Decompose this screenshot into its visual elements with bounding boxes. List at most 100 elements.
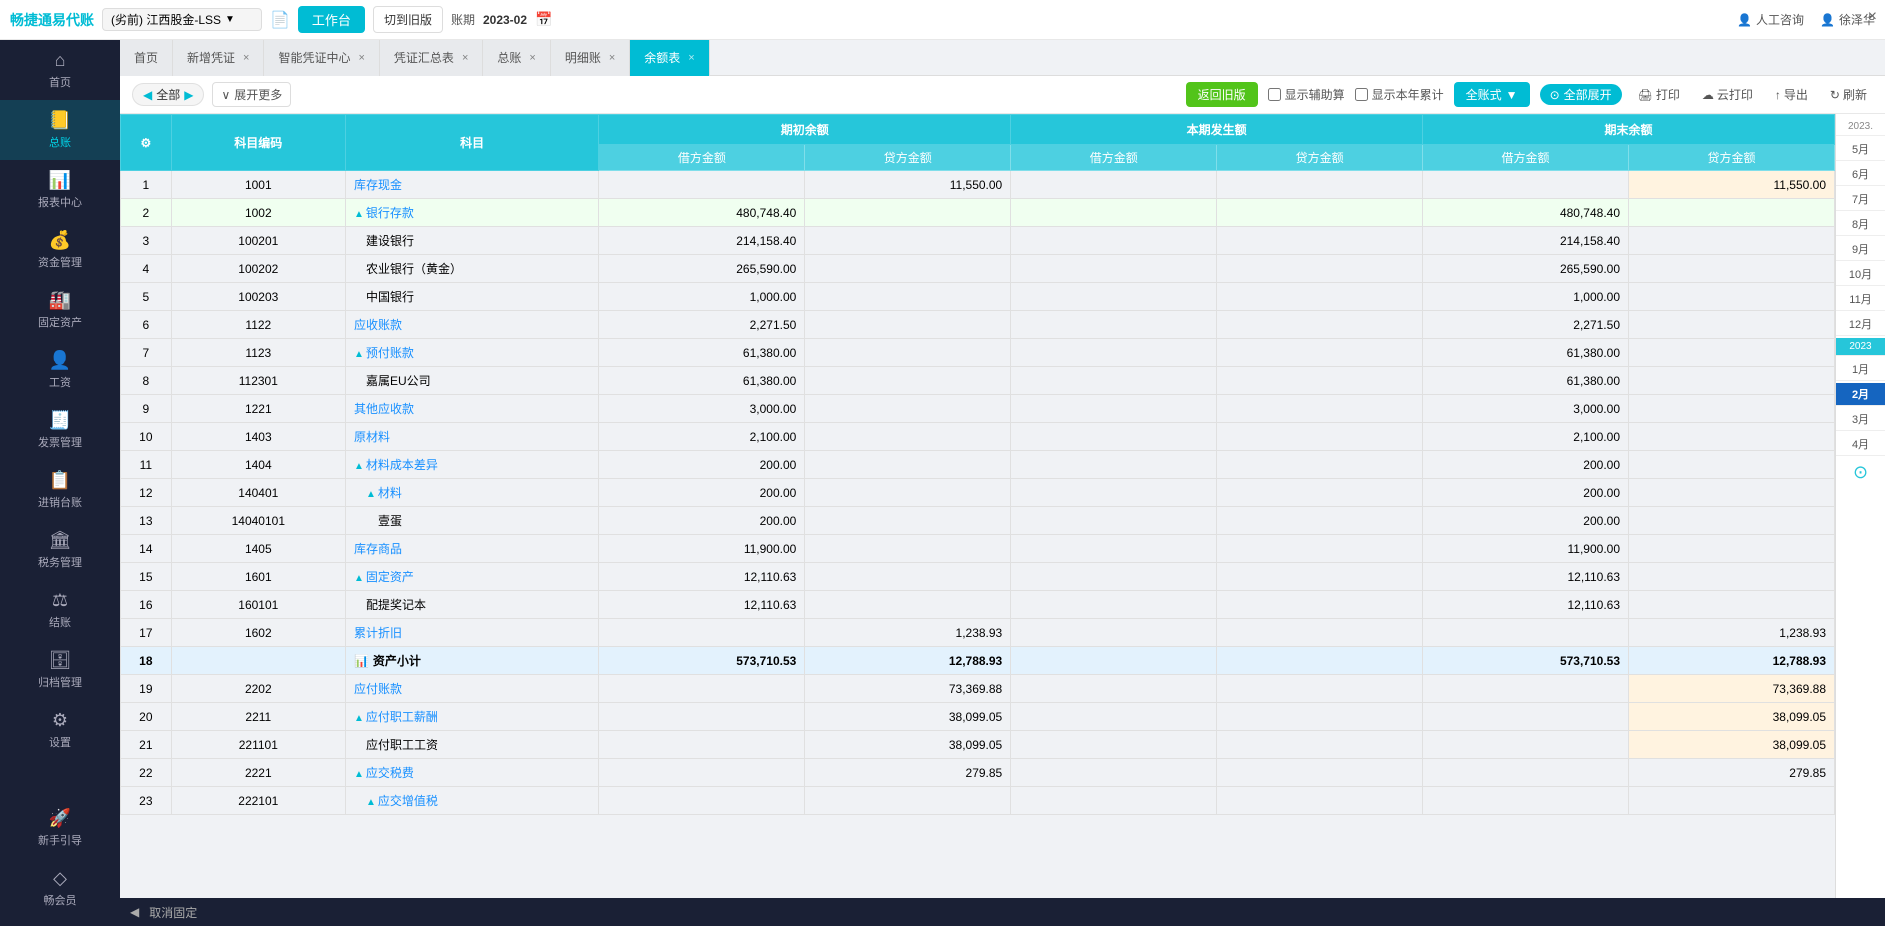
- user-service[interactable]: 👤 人工咨询: [1737, 11, 1804, 28]
- account-name[interactable]: ▲应付职工薪酬: [345, 703, 598, 731]
- account-name[interactable]: 中国银行: [345, 283, 598, 311]
- sidebar-item-archive[interactable]: 🗄 归档管理: [0, 640, 120, 700]
- sidebar-item-guide[interactable]: 🚀 新手引导: [0, 798, 120, 858]
- account-name[interactable]: 累计折旧: [345, 619, 598, 647]
- account-name[interactable]: ▲材料成本差异: [345, 451, 598, 479]
- account-name[interactable]: 库存现金: [345, 171, 598, 199]
- table-row[interactable]: 5100203中国银行1,000.001,000.00: [121, 283, 1835, 311]
- col-settings[interactable]: ⚙: [121, 115, 172, 171]
- company-selector[interactable]: (劣前) 江西股金-LSS ▼: [102, 8, 262, 31]
- sidebar-item-capital[interactable]: 💰 资金管理: [0, 220, 120, 280]
- table-row[interactable]: 151601▲固定资产12,110.6312,110.63: [121, 563, 1835, 591]
- account-name[interactable]: 原材料: [345, 423, 598, 451]
- right-panel-month-1[interactable]: 1月: [1836, 358, 1885, 381]
- tab-home[interactable]: 首页: [120, 40, 173, 76]
- right-panel-month-6[interactable]: 6月: [1836, 163, 1885, 186]
- account-name[interactable]: ▲应交税费: [345, 759, 598, 787]
- account-name[interactable]: ▲固定资产: [345, 563, 598, 591]
- table-row[interactable]: 12140401▲材料200.00200.00: [121, 479, 1835, 507]
- table-row[interactable]: 1314040101壹蛋200.00200.00: [121, 507, 1835, 535]
- account-name[interactable]: 📊资产小计: [345, 647, 598, 675]
- account-name[interactable]: 壹蛋: [345, 507, 598, 535]
- account-name[interactable]: 建设银行: [345, 227, 598, 255]
- right-panel-month-3[interactable]: 3月: [1836, 408, 1885, 431]
- table-row[interactable]: 171602累计折旧1,238.931,238.93: [121, 619, 1835, 647]
- sidebar-item-payroll[interactable]: 👤 工资: [0, 340, 120, 400]
- account-name[interactable]: 应付账款: [345, 675, 598, 703]
- expand-all-toggle[interactable]: ⊙ 全部展开: [1540, 84, 1622, 105]
- tab-detail-close[interactable]: ×: [609, 52, 615, 64]
- sidebar-item-purchase[interactable]: 📋 进销台账: [0, 460, 120, 520]
- sidebar-item-home[interactable]: ⌂ 首页: [0, 40, 120, 100]
- sidebar-item-tax[interactable]: 🏛 税务管理: [0, 520, 120, 580]
- account-name[interactable]: 其他应收款: [345, 395, 598, 423]
- export-btn[interactable]: ↑ 导出: [1769, 84, 1814, 105]
- bottom-bar[interactable]: ◀ 取消固定: [120, 898, 1885, 926]
- show-cumulative-checkbox[interactable]: 显示本年累计: [1355, 86, 1444, 103]
- sidebar-item-invoice[interactable]: 🧾 发票管理: [0, 400, 120, 460]
- table-row[interactable]: 111404▲材料成本差异200.00200.00: [121, 451, 1835, 479]
- account-name[interactable]: 嘉属EU公司: [345, 367, 598, 395]
- right-panel-month-9[interactable]: 9月: [1836, 238, 1885, 261]
- tab-detail-ledger[interactable]: 明细账 ×: [551, 40, 630, 76]
- right-panel-month-11[interactable]: 11月: [1836, 288, 1885, 311]
- right-panel-month-10[interactable]: 10月: [1836, 263, 1885, 286]
- table-row[interactable]: 222221▲应交税费279.85279.85: [121, 759, 1835, 787]
- file-icon[interactable]: 📄: [270, 10, 290, 30]
- right-panel-month-4[interactable]: 4月: [1836, 433, 1885, 456]
- right-panel-month-12[interactable]: 12月: [1836, 313, 1885, 336]
- sidebar-item-settings[interactable]: ⚙ 设置: [0, 700, 120, 760]
- show-cumulative-input[interactable]: [1355, 88, 1368, 101]
- right-panel-month-2[interactable]: 2月: [1836, 383, 1885, 406]
- tab-voucher-summary[interactable]: 凭证汇总表 ×: [380, 40, 483, 76]
- account-name[interactable]: 应付职工工资: [345, 731, 598, 759]
- table-row[interactable]: 61122应收账款2,271.502,271.50: [121, 311, 1835, 339]
- table-row[interactable]: 71123▲预付账款61,380.0061,380.00: [121, 339, 1835, 367]
- account-name[interactable]: ▲应交增值税: [345, 787, 598, 815]
- show-aux-checkbox[interactable]: 显示辅助算: [1268, 86, 1345, 103]
- expand-more-btn[interactable]: ∨ 展开更多: [212, 82, 291, 107]
- full-mode-btn[interactable]: 全账式 ▼: [1454, 82, 1530, 107]
- tab-smart-close[interactable]: ×: [358, 52, 364, 64]
- tab-voucher-summary-close[interactable]: ×: [462, 52, 468, 64]
- sidebar-item-fixed[interactable]: 🏭 固定资产: [0, 280, 120, 340]
- table-row[interactable]: 16160101配提奖记本12,110.6312,110.63: [121, 591, 1835, 619]
- table-row[interactable]: 141405库存商品11,900.0011,900.00: [121, 535, 1835, 563]
- account-name[interactable]: ▲预付账款: [345, 339, 598, 367]
- table-row[interactable]: 21002▲银行存款480,748.40480,748.40: [121, 199, 1835, 227]
- tab-smart-center[interactable]: 智能凭证中心 ×: [264, 40, 379, 76]
- tab-new-voucher[interactable]: 新增凭证 ×: [173, 40, 264, 76]
- tab-balance-sheet[interactable]: 余额表 ×: [630, 40, 709, 76]
- table-row[interactable]: 23222101▲应交增值税: [121, 787, 1835, 815]
- table-container[interactable]: ⚙ 科目编码 科目 期初余额 本期发生额 期末余额 借方金额 贷方金额 借方金额…: [120, 114, 1835, 898]
- account-name[interactable]: ▲材料: [345, 479, 598, 507]
- right-panel-month-7[interactable]: 7月: [1836, 188, 1885, 211]
- show-aux-input[interactable]: [1268, 88, 1281, 101]
- table-row[interactable]: 8112301嘉属EU公司61,380.0061,380.00: [121, 367, 1835, 395]
- account-name[interactable]: 配提奖记本: [345, 591, 598, 619]
- return-old-version-btn[interactable]: 返回旧版: [1186, 82, 1258, 107]
- filter-all-tag[interactable]: ◀ 全部 ▶: [132, 83, 204, 106]
- tab-general-ledger[interactable]: 总账 ×: [483, 40, 550, 76]
- sidebar-item-report[interactable]: 📊 报表中心: [0, 160, 120, 220]
- tab-balance-close[interactable]: ×: [688, 52, 694, 64]
- calendar-icon[interactable]: 📅: [535, 11, 552, 28]
- cloud-print-btn[interactable]: ☁ 云打印: [1696, 84, 1759, 105]
- right-panel-month-8[interactable]: 8月: [1836, 213, 1885, 236]
- sidebar-item-member[interactable]: ◇ 畅会员: [0, 858, 120, 918]
- switch-version-button[interactable]: 切到旧版: [373, 6, 443, 33]
- account-name[interactable]: 应收账款: [345, 311, 598, 339]
- refresh-btn[interactable]: ↻ 刷新: [1824, 84, 1873, 105]
- table-row[interactable]: 11001库存现金11,550.0011,550.00: [121, 171, 1835, 199]
- account-name[interactable]: 库存商品: [345, 535, 598, 563]
- table-row[interactable]: 4100202农业银行（黄金）265,590.00265,590.00: [121, 255, 1835, 283]
- right-panel-month-5[interactable]: 5月: [1836, 138, 1885, 161]
- table-row[interactable]: 192202应付账款73,369.8873,369.88: [121, 675, 1835, 703]
- table-row[interactable]: 202211▲应付职工薪酬38,099.0538,099.05: [121, 703, 1835, 731]
- sidebar-item-settlement[interactable]: ⚖ 结账: [0, 580, 120, 640]
- table-row[interactable]: 21221101应付职工工资38,099.0538,099.05: [121, 731, 1835, 759]
- right-panel-expand-icon[interactable]: ⊙: [1853, 462, 1868, 483]
- table-row[interactable]: 3100201建设银行214,158.40214,158.40: [121, 227, 1835, 255]
- right-panel-year2[interactable]: 2023: [1836, 338, 1885, 356]
- table-row[interactable]: 101403原材料2,100.002,100.00: [121, 423, 1835, 451]
